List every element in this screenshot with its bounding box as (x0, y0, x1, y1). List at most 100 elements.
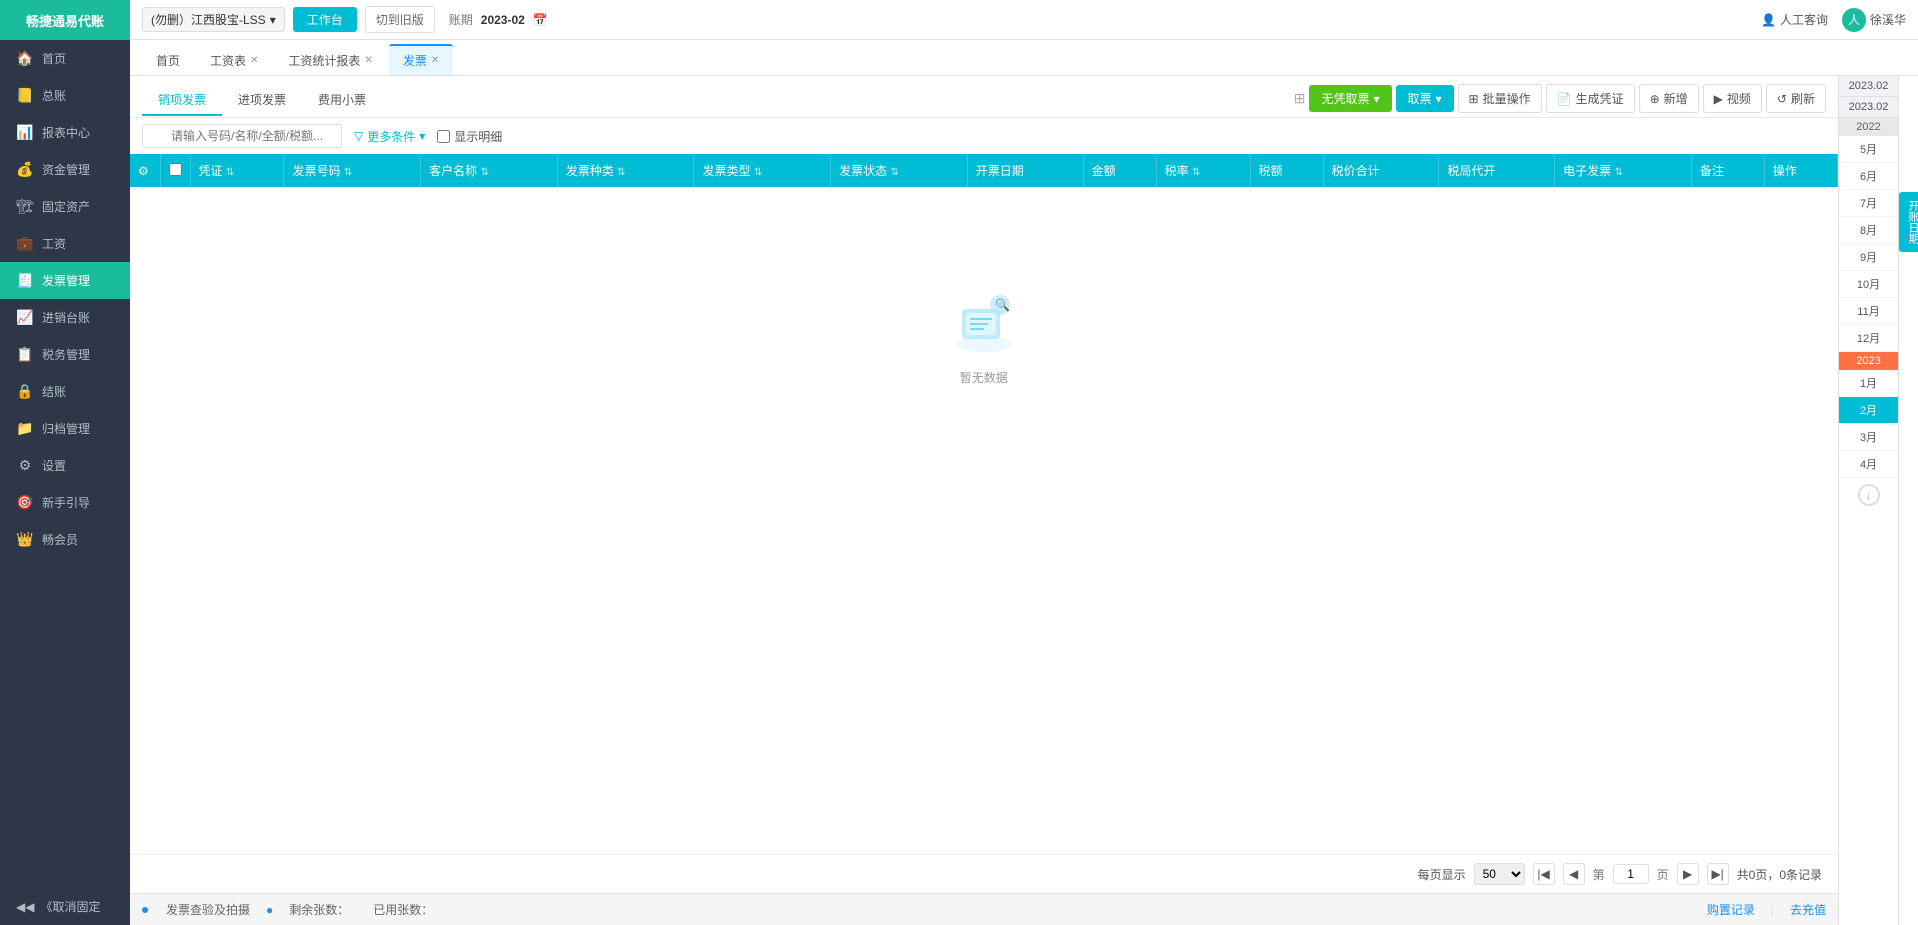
month-item-4-2023[interactable]: 4月 (1839, 451, 1898, 478)
show-detail-checkbox[interactable]: 显示明细 (437, 128, 502, 145)
sidebar-item-guide[interactable]: 🎯 新手引导 (0, 484, 130, 521)
pagination-bar: 每页显示 20 50 100 |◀ ◀ 第 页 ▶ ▶| 共0页，0条记录 (130, 854, 1838, 893)
sidebar-item-fixed-assets[interactable]: 🏗 固定资产 (0, 188, 130, 225)
funds-icon: 💰 (16, 161, 34, 178)
settings-icon: ⚙ (16, 457, 34, 474)
more-conditions-btn[interactable]: ▽ 更多条件 ▾ (354, 128, 425, 145)
workspace-button[interactable]: 工作台 (293, 7, 357, 32)
tab-salary-report[interactable]: 工资统计报表 ✕ (274, 46, 386, 75)
subtab-expense-receipt[interactable]: 费用小票 (302, 85, 382, 116)
sidebar-item-archive[interactable]: 📁 归档管理 (0, 410, 130, 447)
month-item-6[interactable]: 6月 (1839, 163, 1898, 190)
sidebar-item-salary[interactable]: 💼 工资 (0, 225, 130, 262)
grid-icon: ⊞ (1294, 90, 1306, 107)
tab-close-icon[interactable]: ✕ (431, 55, 439, 66)
month-item-1-2023[interactable]: 1月 (1839, 370, 1898, 397)
search-input[interactable] (142, 124, 342, 148)
avatar-icon: 人 (1848, 11, 1860, 28)
company-selector[interactable]: (勿删）江西股宝-LSS ▾ (142, 7, 285, 32)
sidebar-item-settings[interactable]: ⚙ 设置 (0, 447, 130, 484)
no-voucher-btn[interactable]: 无凭取票 ▾ (1309, 85, 1391, 112)
sidebar-item-invoice[interactable]: 🧾 发票管理 (0, 262, 130, 299)
sidebar-item-member[interactable]: 👑 畅会员 (0, 521, 130, 558)
next-page-btn[interactable]: ▶ (1677, 863, 1699, 885)
fetch-label: 取票 (1408, 90, 1432, 107)
recharge-link[interactable]: 去充值 (1790, 901, 1826, 918)
refresh-btn[interactable]: ↺ 刷新 (1766, 84, 1826, 113)
sidebar-item-close[interactable]: 🔒 结账 (0, 373, 130, 410)
batch-ops-btn[interactable]: ⊞ 批量操作 (1458, 84, 1542, 113)
page-number-input[interactable] (1613, 864, 1649, 884)
month-item-7[interactable]: 7月 (1839, 190, 1898, 217)
period-label: 账期 (449, 11, 473, 28)
sidebar-collapse-btn[interactable]: ◀◀ 《取消固定 (0, 888, 130, 925)
support-link[interactable]: 👤 人工客询 (1761, 11, 1828, 28)
support-label: 人工客询 (1780, 11, 1828, 28)
company-name: (勿删）江西股宝-LSS (151, 11, 266, 28)
sidebar-item-funds[interactable]: 💰 资金管理 (0, 151, 130, 188)
video-icon: ▶ (1714, 92, 1723, 106)
page-size-select[interactable]: 20 50 100 (1474, 863, 1525, 885)
user-menu[interactable]: 人 徐溪华 (1842, 8, 1906, 32)
month-item-11[interactable]: 11月 (1839, 298, 1898, 325)
new-btn[interactable]: ⊕ 新增 (1639, 84, 1699, 113)
open-date-btn[interactable]: 开账日期 (1899, 192, 1918, 252)
month-item-9[interactable]: 9月 (1839, 244, 1898, 271)
guide-icon: 🎯 (16, 494, 34, 511)
topbar: (勿删）江西股宝-LSS ▾ 工作台 切到旧版 账期 2023-02 📅 👤 人… (130, 0, 1918, 40)
th-tax-total: 税价合计 (1323, 154, 1439, 187)
subtab-sales-invoice[interactable]: 销项发票 (142, 85, 222, 116)
empty-text: 暂无数据 (960, 369, 1008, 386)
show-detail-check[interactable] (437, 130, 450, 143)
month-item-3-2023[interactable]: 3月 (1839, 424, 1898, 451)
tab-invoice[interactable]: 发票 ✕ (389, 44, 453, 75)
month-item-12[interactable]: 12月 (1839, 325, 1898, 352)
subtab-purchase-invoice[interactable]: 进项发票 (222, 85, 302, 116)
th-settings: ⚙ (130, 154, 160, 187)
th-label: 操作 (1773, 164, 1797, 178)
sidebar-item-ledger[interactable]: 📒 总账 (0, 77, 130, 114)
generate-voucher-btn[interactable]: 📄 生成凭证 (1546, 84, 1635, 113)
tab-home[interactable]: 首页 (142, 46, 194, 75)
th-checkbox (160, 154, 190, 187)
tab-salary[interactable]: 工资表 ✕ (196, 46, 272, 75)
month-item-8[interactable]: 8月 (1839, 217, 1898, 244)
fetch-btn[interactable]: 取票 ▾ (1396, 85, 1454, 112)
show-detail-label: 显示明细 (454, 128, 502, 145)
support-icon: 👤 (1761, 13, 1776, 27)
month-item-10[interactable]: 10月 (1839, 271, 1898, 298)
sidebar-item-sales[interactable]: 📈 进销台账 (0, 299, 130, 336)
refresh-label: 刷新 (1791, 90, 1815, 107)
last-page-btn[interactable]: ▶| (1707, 863, 1729, 885)
th-label: 发票种类 (566, 164, 614, 178)
select-all-checkbox[interactable] (169, 163, 182, 176)
date-header-1[interactable]: 2023.02 (1839, 76, 1898, 97)
blue-dot: ● (266, 903, 273, 917)
sidebar-item-home[interactable]: 🏠 首页 (0, 40, 130, 77)
prev-page-btn[interactable]: ◀ (1563, 863, 1585, 885)
total-info: 共0页，0条记录 (1737, 866, 1822, 883)
sidebar-item-label: 固定资产 (42, 198, 90, 215)
video-btn[interactable]: ▶ 视频 (1703, 84, 1762, 113)
period-value: 2023-02 (481, 13, 525, 27)
chevron-down-icon: ▾ (1373, 92, 1379, 106)
buy-link[interactable]: 购置记录 (1707, 901, 1755, 918)
scroll-down-btn[interactable]: ↓ (1858, 484, 1880, 506)
sidebar-item-label: 归档管理 (42, 420, 90, 437)
sidebar-item-tax[interactable]: 📋 税务管理 (0, 336, 130, 373)
month-item-2-2023[interactable]: 2月 (1839, 397, 1898, 424)
th-tax-bureau: 税局代开 (1439, 154, 1555, 187)
first-page-btn[interactable]: |◀ (1533, 863, 1555, 885)
year-2023-label: 2023 (1839, 352, 1898, 370)
tab-close-icon[interactable]: ✕ (364, 55, 372, 66)
tab-close-icon[interactable]: ✕ (250, 55, 258, 66)
sidebar-item-reports[interactable]: 📊 报表中心 (0, 114, 130, 151)
date-header-2[interactable]: 2023.02 (1839, 97, 1898, 118)
close-icon: 🔒 (16, 383, 34, 400)
th-voucher: 凭证 ⇅ (190, 154, 284, 187)
invoice-table: ⚙ 凭证 ⇅ 发票号码 ⇅ (130, 154, 1838, 487)
month-item-5[interactable]: 5月 (1839, 136, 1898, 163)
old-version-button[interactable]: 切到旧版 (365, 6, 435, 33)
chevron-down-icon: ▾ (419, 129, 425, 143)
tab-label: 工资表 (210, 52, 246, 69)
